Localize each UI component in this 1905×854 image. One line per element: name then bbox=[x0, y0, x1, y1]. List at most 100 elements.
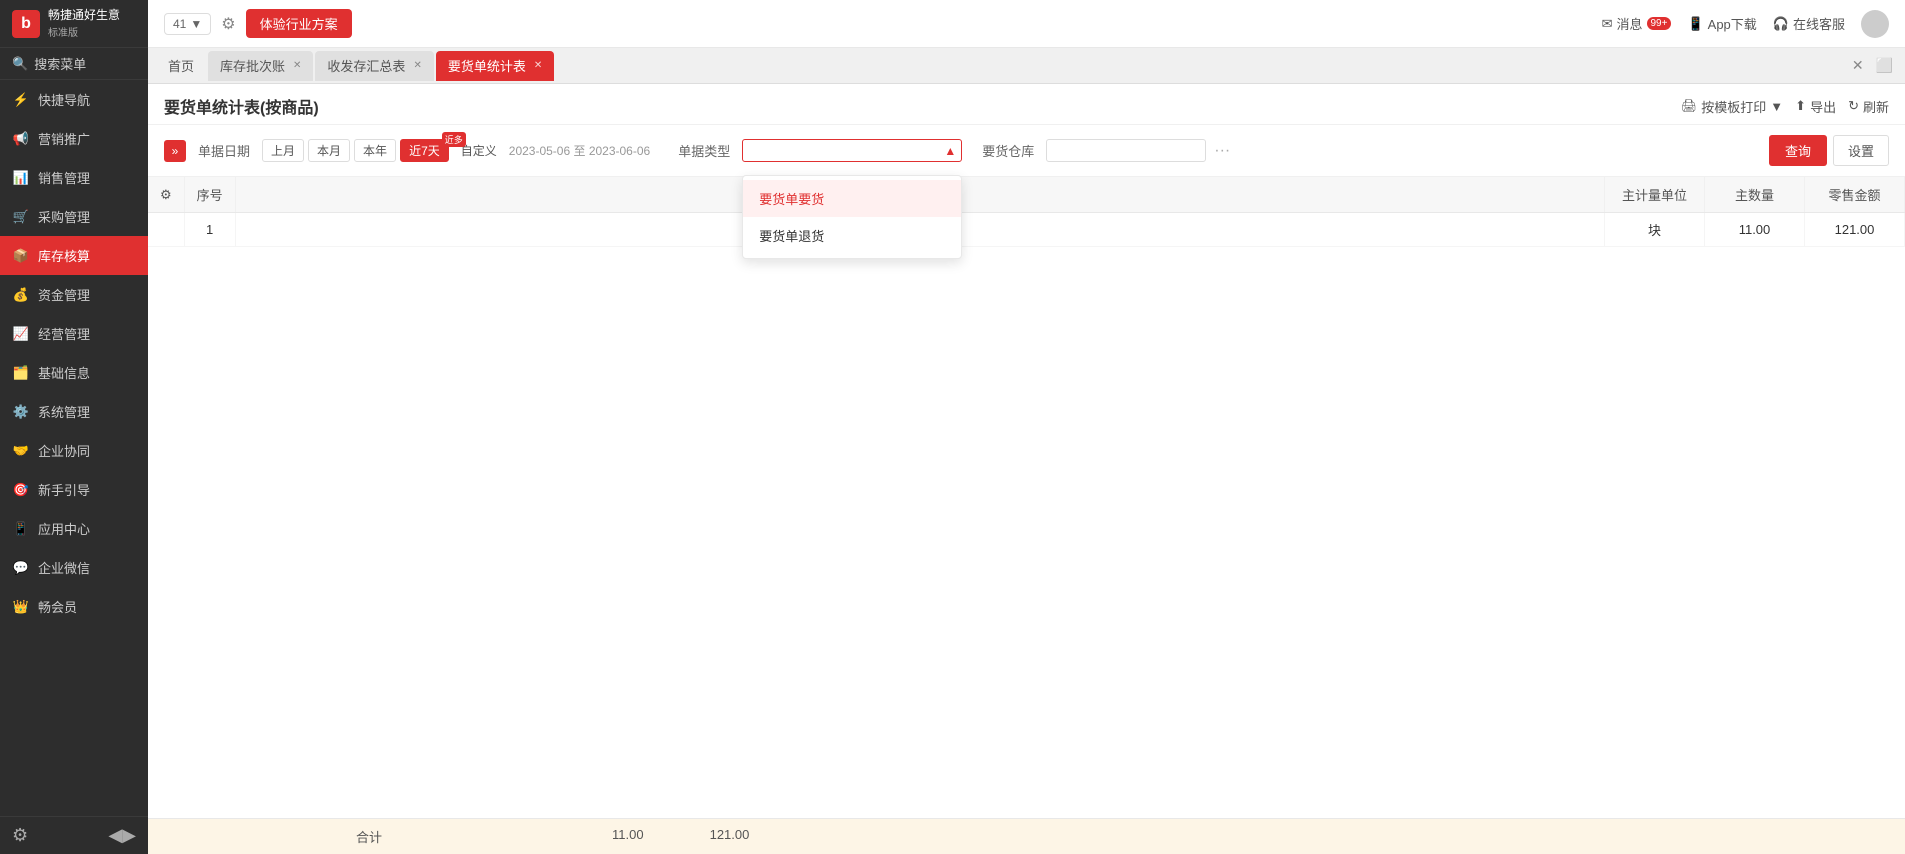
sidebar-item-app-center[interactable]: 📱 应用中心 bbox=[0, 509, 148, 548]
footer-qty: 11.00 bbox=[612, 827, 644, 846]
search-icon: 🔍 bbox=[12, 56, 28, 72]
nav-label-quick-nav: 快捷导航 bbox=[38, 90, 90, 109]
nav-label-vip: 畅会员 bbox=[38, 597, 77, 616]
nav-icon-inventory: 📦 bbox=[12, 247, 30, 265]
tab-receipt-summary[interactable]: 收发存汇总表 ✕ bbox=[315, 51, 433, 81]
sidebar-item-enterprise[interactable]: 🤝 企业协同 bbox=[0, 431, 148, 470]
tab-label-receipt-summary: 收发存汇总表 bbox=[327, 56, 405, 75]
expand-tabs-icon[interactable]: ⬜ bbox=[1872, 55, 1897, 76]
tab-label-order-summary: 要货单统计表 bbox=[448, 56, 526, 75]
nav-label-basic-info: 基础信息 bbox=[38, 363, 90, 382]
sidebar-item-operation[interactable]: 📈 经营管理 bbox=[0, 314, 148, 353]
nav-icon-basic-info: 🗂️ bbox=[12, 364, 30, 382]
tab-close-receipt-summary[interactable]: ✕ bbox=[413, 60, 421, 71]
version-dropdown-icon: ▼ bbox=[190, 17, 202, 31]
topbar: 41 ▼ ⚙ 体验行业方案 ✉ 消息 99+ 📱 App下载 🎧 在线客服 bbox=[148, 0, 1905, 48]
dropdown-item-order-delivery[interactable]: 要货单要货 bbox=[743, 180, 961, 217]
sidebar-bottom: ⚙ ◀▶ bbox=[0, 816, 148, 854]
sidebar-item-inventory[interactable]: 📦 库存核算 bbox=[0, 236, 148, 275]
topbar-settings-icon[interactable]: ⚙ bbox=[221, 14, 235, 34]
nav-icon-guide: 🎯 bbox=[12, 481, 30, 499]
data-table: ⚙ 序号 商品 主计量单位 主数量 零售金额 1 bbox=[148, 177, 1905, 247]
filter-actions: 查询 设置 bbox=[1769, 135, 1889, 166]
messages-button[interactable]: ✉ 消息 99+ bbox=[1602, 14, 1672, 33]
user-avatar[interactable] bbox=[1861, 10, 1889, 38]
page-header: 要货单统计表(按商品) 🖨 按模板打印 ▼ ⬆ 导出 ↻ 刷新 bbox=[148, 84, 1905, 125]
row-settings bbox=[148, 213, 184, 247]
refresh-button[interactable]: ↻ 刷新 bbox=[1848, 97, 1889, 116]
sidebar-item-vip[interactable]: 👑 畅会员 bbox=[0, 587, 148, 626]
export-button[interactable]: ⬆ 导出 bbox=[1795, 97, 1836, 116]
type-dropdown-menu: 要货单要货 要货单退货 bbox=[742, 175, 962, 259]
nav-label-sales: 销售管理 bbox=[38, 168, 90, 187]
warehouse-input[interactable] bbox=[1046, 139, 1206, 162]
date-range: 2023-05-06 至 2023-06-06 bbox=[509, 142, 650, 159]
tab-close-order-summary[interactable]: ✕ bbox=[534, 60, 542, 71]
page-title: 要货单统计表(按商品) bbox=[164, 94, 319, 118]
industry-plan-button[interactable]: 体验行业方案 bbox=[246, 9, 352, 38]
type-label: 单据类型 bbox=[678, 141, 730, 160]
table-settings-col[interactable]: ⚙ bbox=[148, 177, 184, 213]
sidebar-item-quick-nav[interactable]: ⚡ 快捷导航 bbox=[0, 80, 148, 119]
this-year-btn[interactable]: 本年 bbox=[354, 139, 396, 162]
sidebar: b 畅捷通好生意 标准版 🔍 搜索菜单 ⚡ 快捷导航 📢 营销推广 📊 销售管理… bbox=[0, 0, 148, 854]
refresh-icon: ↻ bbox=[1848, 98, 1859, 114]
main-content: 41 ▼ ⚙ 体验行业方案 ✉ 消息 99+ 📱 App下载 🎧 在线客服 bbox=[148, 0, 1905, 854]
tabs-bar: 首页库存批次账✕ 收发存汇总表 ✕ 要货单统计表 ✕ ✕ ⬜ bbox=[148, 48, 1905, 84]
row-qty: 11.00 bbox=[1705, 213, 1805, 247]
date-buttons: 上月 本月 本年 近7天 近多 自定义 bbox=[262, 139, 505, 162]
dropdown-item-order-return[interactable]: 要货单退货 bbox=[743, 217, 961, 254]
app-logo-icon: b bbox=[12, 10, 40, 38]
nav-label-system: 系统管理 bbox=[38, 402, 90, 421]
tab-home[interactable]: 首页 bbox=[156, 51, 206, 81]
sidebar-item-basic-info[interactable]: 🗂️ 基础信息 bbox=[0, 353, 148, 392]
last-month-btn[interactable]: 上月 bbox=[262, 139, 304, 162]
row-unit: 块 bbox=[1605, 213, 1705, 247]
sidebar-item-guide[interactable]: 🎯 新手引导 bbox=[0, 470, 148, 509]
settings-icon[interactable]: ⚙ bbox=[12, 825, 28, 846]
collapse-icon[interactable]: ◀▶ bbox=[108, 825, 136, 846]
nav-label-guide: 新手引导 bbox=[38, 480, 90, 499]
tabs-bar-right: ✕ ⬜ bbox=[1848, 55, 1897, 76]
filter-expand-button[interactable]: » bbox=[164, 140, 186, 162]
query-button[interactable]: 查询 bbox=[1769, 135, 1827, 166]
filter-settings-button[interactable]: 设置 bbox=[1833, 135, 1889, 166]
tab-inventory-batch[interactable]: 库存批次账✕ bbox=[208, 51, 313, 81]
sidebar-item-sales[interactable]: 📊 销售管理 bbox=[0, 158, 148, 197]
sidebar-item-system[interactable]: ⚙️ 系统管理 bbox=[0, 392, 148, 431]
last7days-btn[interactable]: 近7天 近多 bbox=[400, 139, 449, 162]
col-header-amount: 零售金额 bbox=[1805, 177, 1905, 213]
tab-close-inventory-batch[interactable]: ✕ bbox=[293, 60, 301, 71]
sidebar-item-finance[interactable]: 💰 资金管理 bbox=[0, 275, 148, 314]
sidebar-item-marketing[interactable]: 📢 营销推广 bbox=[0, 119, 148, 158]
close-all-tabs-icon[interactable]: ✕ bbox=[1848, 55, 1868, 76]
warehouse-more-icon[interactable]: ··· bbox=[1214, 142, 1230, 160]
tab-order-summary[interactable]: 要货单统计表 ✕ bbox=[436, 51, 554, 81]
sidebar-item-wechat[interactable]: 💬 企业微信 bbox=[0, 548, 148, 587]
sidebar-search[interactable]: 🔍 搜索菜单 bbox=[0, 48, 148, 80]
filter-bar: » 单据日期 上月 本月 本年 近7天 近多 自定义 2023-05-06 至 … bbox=[148, 125, 1905, 177]
nav-icon-marketing: 📢 bbox=[12, 130, 30, 148]
version-selector[interactable]: 41 ▼ bbox=[164, 13, 211, 35]
print-button[interactable]: 🖨 按模板打印 ▼ bbox=[1681, 97, 1783, 116]
type-input[interactable] bbox=[742, 139, 962, 162]
nav-icon-purchase: 🛒 bbox=[12, 208, 30, 226]
nav-icon-system: ⚙️ bbox=[12, 403, 30, 421]
type-input-wrap: ▲ 要货单要货 要货单退货 bbox=[742, 139, 962, 162]
page-content: 要货单统计表(按商品) 🖨 按模板打印 ▼ ⬆ 导出 ↻ 刷新 » bbox=[148, 84, 1905, 854]
type-chevron-icon[interactable]: ▲ bbox=[944, 144, 956, 158]
topbar-left: 41 ▼ ⚙ 体验行业方案 bbox=[164, 9, 352, 38]
table-footer: 合计 11.00 121.00 bbox=[148, 818, 1905, 854]
sidebar-item-purchase[interactable]: 🛒 采购管理 bbox=[0, 197, 148, 236]
nav-icon-sales: 📊 bbox=[12, 169, 30, 187]
nav-icon-vip: 👑 bbox=[12, 598, 30, 616]
topbar-right: ✉ 消息 99+ 📱 App下载 🎧 在线客服 bbox=[1602, 10, 1889, 38]
this-month-btn[interactable]: 本月 bbox=[308, 139, 350, 162]
app-download-button[interactable]: 📱 App下载 bbox=[1687, 14, 1756, 33]
warehouse-label: 要货仓库 bbox=[982, 141, 1034, 160]
nav-label-enterprise: 企业协同 bbox=[38, 441, 90, 460]
tab-label-home: 首页 bbox=[168, 56, 194, 75]
col-header-qty: 主数量 bbox=[1705, 177, 1805, 213]
online-service-button[interactable]: 🎧 在线客服 bbox=[1773, 14, 1845, 33]
page-header-actions: 🖨 按模板打印 ▼ ⬆ 导出 ↻ 刷新 bbox=[1681, 97, 1889, 116]
